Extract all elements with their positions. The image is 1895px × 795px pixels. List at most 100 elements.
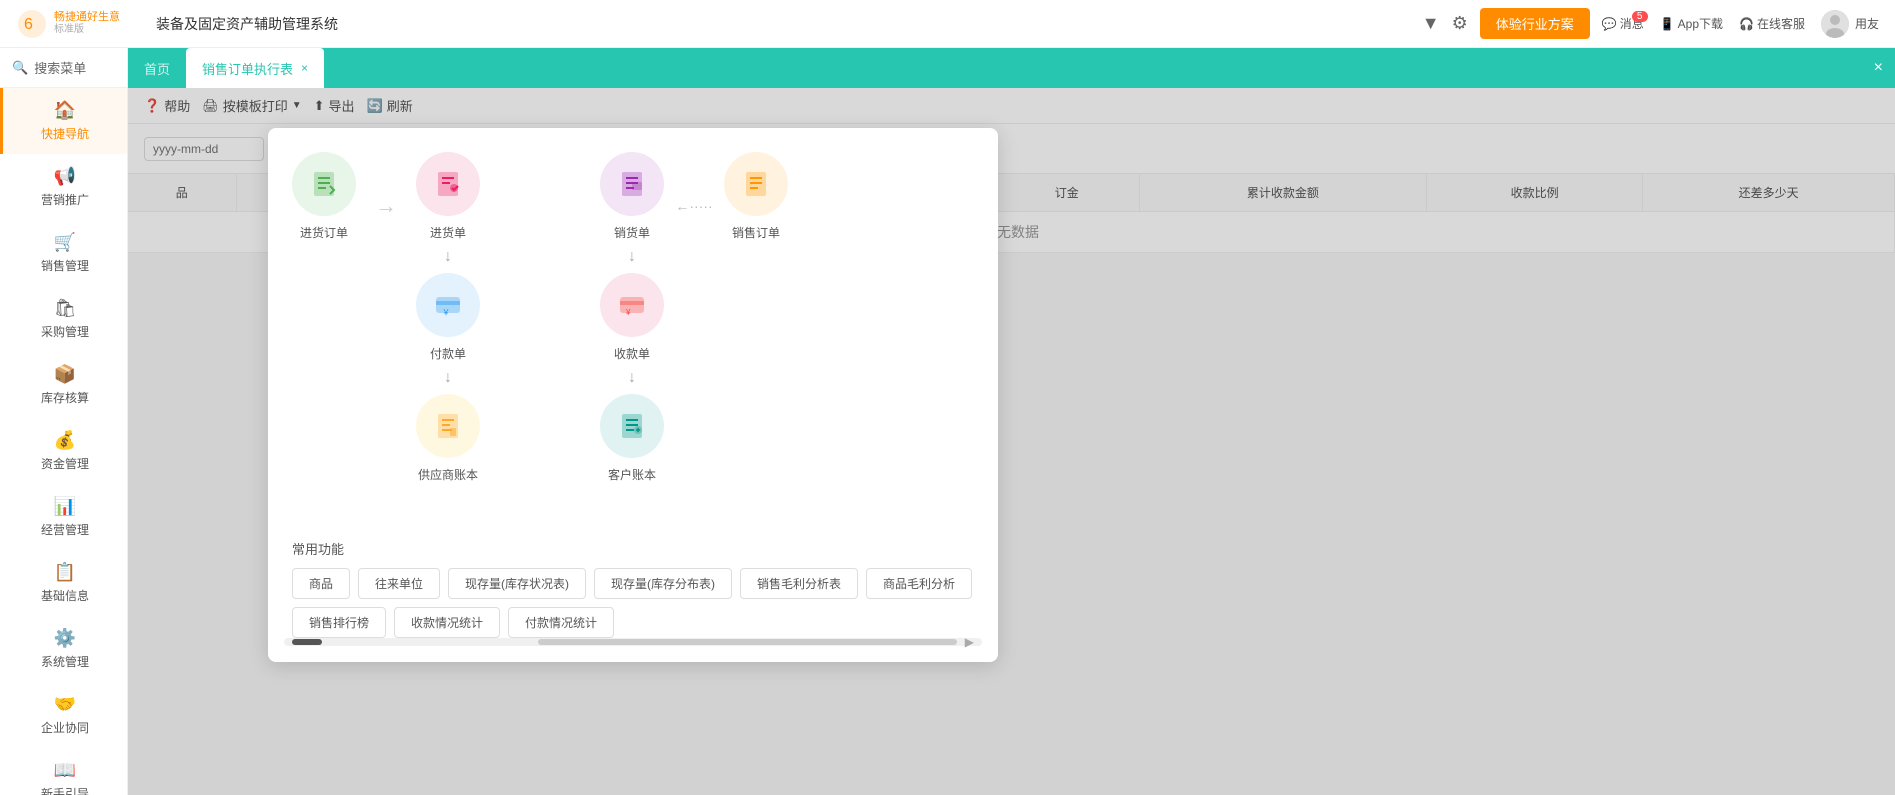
sales-bill-circle — [600, 152, 664, 216]
online-service-btn[interactable]: 🎧 在线客服 — [1739, 15, 1805, 32]
arrow-right-1: → — [356, 193, 416, 219]
customer-ledger-item[interactable]: 客户账本 — [600, 394, 664, 483]
sidebar-item-system[interactable]: ⚙️ 系统管理 — [0, 616, 127, 682]
scrollbar-thumb — [538, 639, 957, 645]
sales-icon: 🛒 — [54, 232, 76, 253]
sidebar-item-finance[interactable]: 💰 资金管理 — [0, 418, 127, 484]
message-icon: 💬 — [1602, 17, 1617, 31]
newbie-label: 新手引导 — [41, 785, 89, 795]
top-actions: 💬 消息 5 📱 App下载 🎧 在线客服 — [1602, 10, 1879, 38]
customer-ledger-label: 客户账本 — [608, 466, 656, 483]
purchase-order-circle — [292, 152, 356, 216]
sidebar-item-purchase[interactable]: 🛍 采购管理 — [0, 286, 127, 352]
user-area[interactable]: 用友 — [1821, 10, 1879, 38]
experience-btn[interactable]: 体验行业方案 — [1480, 8, 1590, 39]
dashed-arrow-1: ←····· — [664, 198, 724, 214]
tab-sales-orders[interactable]: 销售订单执行表 × — [186, 48, 324, 88]
flow-top-row: 进货订单 → 进货单 — [292, 152, 974, 241]
spacer-2 — [356, 245, 416, 269]
common-btn-receipt-stat[interactable]: 收款情况统计 — [394, 607, 500, 638]
payment-label: 付款单 — [430, 345, 466, 362]
spacer-6 — [480, 273, 600, 362]
enterprise-label: 企业协同 — [41, 719, 89, 736]
customer-ledger-circle — [600, 394, 664, 458]
common-btn-sales-profit[interactable]: 销售毛利分析表 — [740, 568, 858, 599]
sidebar-item-basic-info[interactable]: 📋 基础信息 — [0, 550, 127, 616]
system-title: 装备及固定资产辅助管理系统 — [156, 14, 1410, 34]
common-btn-stock-status[interactable]: 现存量(库存状况表) — [448, 568, 586, 599]
modal-overlay[interactable]: 进货订单 → 进货单 — [128, 88, 1895, 795]
app-download-btn[interactable]: 📱 App下载 — [1660, 15, 1723, 32]
arrow-down-receipt: ↓ — [600, 366, 664, 390]
purchase-order-item[interactable]: 进货订单 — [292, 152, 356, 241]
top-bar: 6 畅捷通好生意 标准版 装备及固定资产辅助管理系统 ▼ ⚙ 体验行业方案 💬 … — [0, 0, 1895, 48]
sidebar-item-operations[interactable]: 📊 经营管理 — [0, 484, 127, 550]
message-badge: 5 — [1632, 11, 1648, 22]
down-arrow-icon-1: ↓ — [416, 245, 480, 269]
finance-icon: 💰 — [54, 430, 76, 451]
supplier-ledger-label: 供应商账本 — [418, 466, 478, 483]
sidebar-item-quick-nav[interactable]: 🏠 快捷导航 — [0, 88, 127, 154]
payment-item[interactable]: ￥ 付款单 — [416, 273, 480, 362]
sidebar-item-newbie[interactable]: 📖 新手引导 — [0, 748, 127, 795]
search-menu[interactable]: 🔍 搜索菜单 — [0, 48, 127, 88]
enterprise-icon: 🤝 — [54, 694, 76, 715]
user-name: 用友 — [1855, 15, 1879, 32]
spacer-12 — [480, 394, 600, 483]
message-btn[interactable]: 💬 消息 5 — [1602, 15, 1644, 32]
headset-icon: 🎧 — [1739, 17, 1754, 31]
receipt-circle: ¥ — [600, 273, 664, 337]
tab-close-icon[interactable]: × — [301, 61, 308, 75]
sidebar: 🔍 搜索菜单 🏠 快捷导航 📢 营销推广 🛒 销售管理 🛍 采购管理 📦 — [0, 48, 128, 795]
arrow-down-payment: ↓ — [416, 366, 480, 390]
down-arrow-icon-3: ↓ — [416, 366, 480, 390]
sales-bill-item[interactable]: 销货单 — [600, 152, 664, 241]
third-row: ￥ 付款单 ¥ — [292, 273, 974, 362]
finance-label: 资金管理 — [41, 455, 89, 472]
spacer-8 — [356, 366, 416, 390]
common-btn-stock-dist[interactable]: 现存量(库存分布表) — [594, 568, 732, 599]
settings-gear-icon[interactable]: ⚙ — [1452, 13, 1468, 34]
common-btn-product-profit[interactable]: 商品毛利分析 — [866, 568, 972, 599]
receipt-item[interactable]: ¥ 收款单 — [600, 273, 664, 362]
basic-info-label: 基础信息 — [41, 587, 89, 604]
modal-scrollbar[interactable]: ▶ — [284, 638, 982, 646]
purchase-bill-item[interactable]: 进货单 — [416, 152, 480, 241]
flow-diagram: 进货订单 → 进货单 — [292, 152, 974, 523]
common-functions-title: 常用功能 — [292, 539, 974, 558]
sidebar-item-enterprise[interactable]: 🤝 企业协同 — [0, 682, 127, 748]
purchase-icon: 🛍 — [54, 298, 77, 319]
search-icon: 🔍 — [12, 60, 28, 76]
svg-text:￥: ￥ — [442, 308, 450, 317]
logo-text: 畅捷通好生意 标准版 — [54, 11, 120, 36]
phone-icon: 📱 — [1660, 17, 1675, 31]
marketing-icon: 📢 — [54, 166, 76, 187]
common-btn-sales-rank[interactable]: 销售排行榜 — [292, 607, 386, 638]
sidebar-item-sales[interactable]: 🛒 销售管理 — [0, 220, 127, 286]
common-btn-partner[interactable]: 往来单位 — [358, 568, 440, 599]
search-menu-label: 搜索菜单 — [34, 58, 86, 77]
down-arrow-icon-2: ↓ — [600, 245, 664, 269]
common-btn-payment-stat[interactable]: 付款情况统计 — [508, 607, 614, 638]
operations-label: 经营管理 — [41, 521, 89, 538]
purchase-label: 采购管理 — [41, 323, 89, 340]
sidebar-item-marketing[interactable]: 📢 营销推广 — [0, 154, 127, 220]
svg-text:¥: ¥ — [625, 308, 631, 317]
spacer-4 — [292, 273, 356, 362]
system-label: 系统管理 — [41, 653, 89, 670]
basic-info-icon: 📋 — [54, 562, 76, 583]
tab-close-all[interactable]: × — [1862, 59, 1895, 77]
common-btn-product[interactable]: 商品 — [292, 568, 350, 599]
marketing-label: 营销推广 — [41, 191, 89, 208]
sales-order-item[interactable]: 销售订单 — [724, 152, 788, 241]
spacer-10 — [292, 394, 356, 483]
supplier-ledger-item[interactable]: 供应商账本 — [416, 394, 480, 483]
arrow-down-purchase: ↓ — [416, 245, 480, 269]
tab-home[interactable]: 首页 — [128, 48, 186, 88]
sidebar-item-inventory[interactable]: 📦 库存核算 — [0, 352, 127, 418]
main-area: 🔍 搜索菜单 🏠 快捷导航 📢 营销推广 🛒 销售管理 🛍 采购管理 📦 — [0, 48, 1895, 795]
fourth-row: ↓ ↓ — [292, 366, 974, 390]
spacer-9 — [480, 366, 600, 390]
content-area: 首页 销售订单执行表 × × ❓ 帮助 🖨 按 — [128, 48, 1895, 795]
settings-dropdown-icon[interactable]: ▼ — [1422, 13, 1440, 34]
